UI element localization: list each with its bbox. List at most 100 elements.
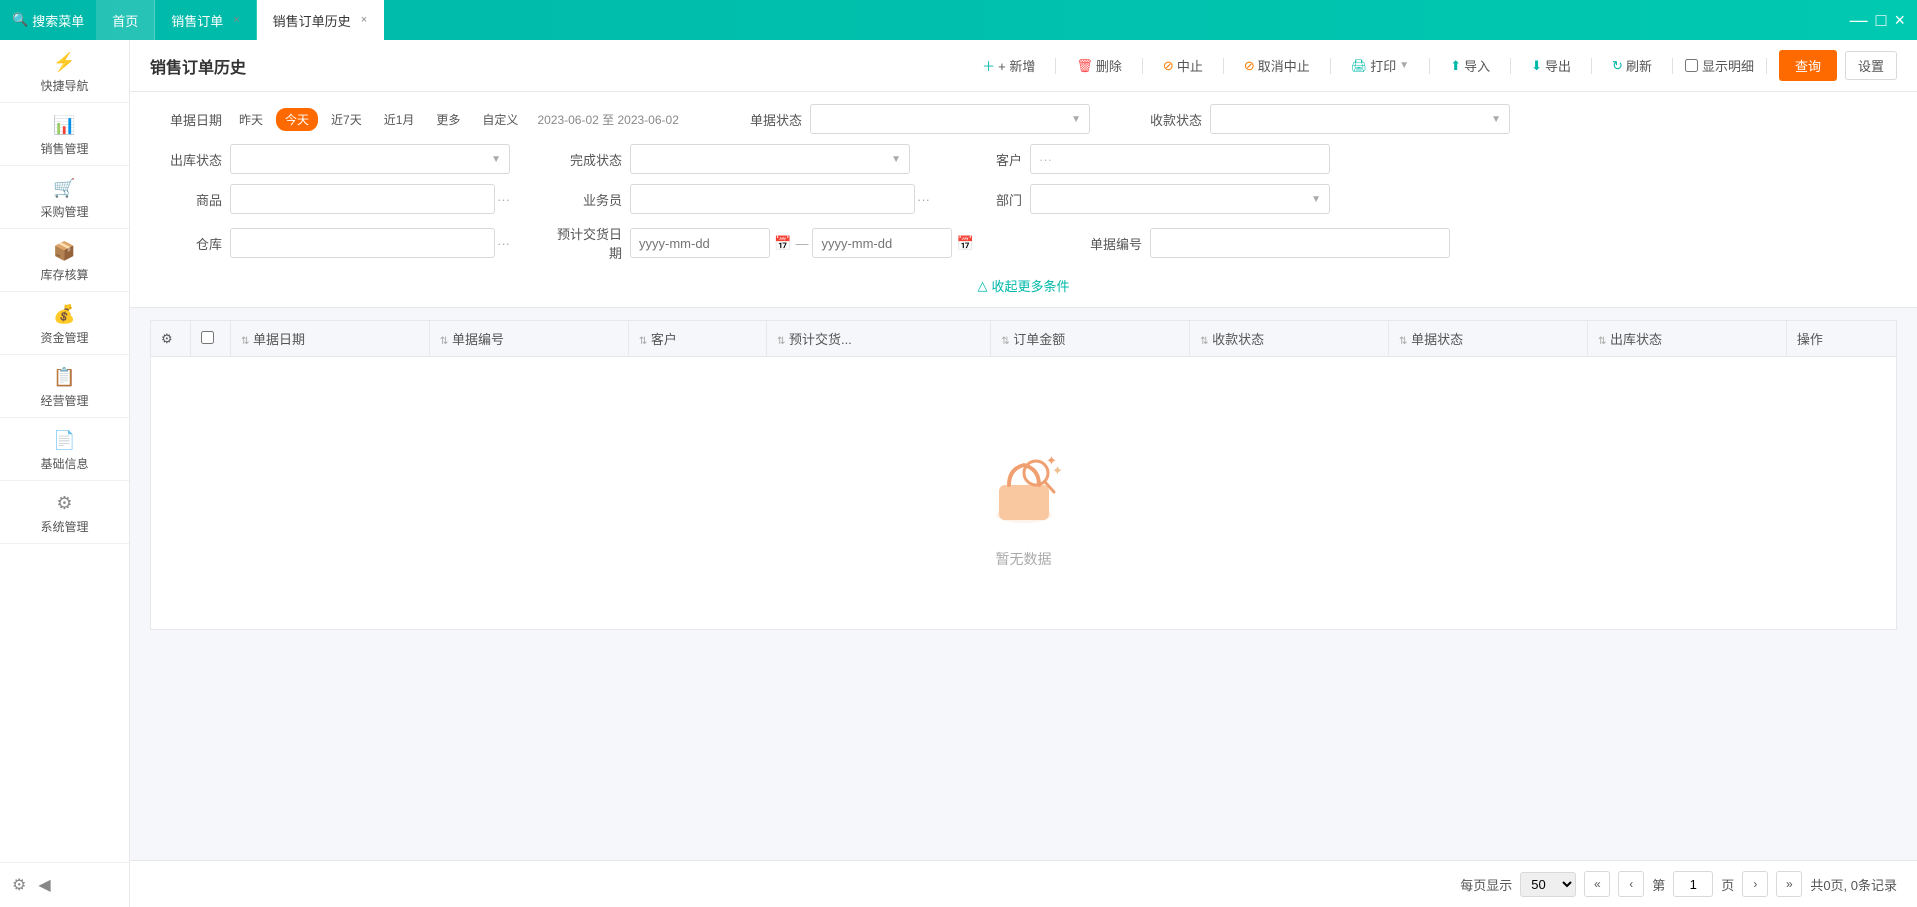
sidebar-item-purchase-mgmt[interactable]: 🛒 采购管理 [0,166,129,229]
stop-label: 中止 [1177,56,1203,75]
date-tag-custom[interactable]: 自定义 [473,108,527,131]
collapse-label: 收起更多条件 [991,276,1069,295]
sidebar-item-sales-mgmt[interactable]: 📊 销售管理 [0,103,129,166]
window-minimize-icon[interactable]: — [1850,10,1868,31]
product-dotdot[interactable]: ··· [497,192,510,207]
toolbar-divider-5 [1429,58,1430,74]
th-settings[interactable]: ⚙ [151,321,191,357]
th-order-status[interactable]: ⇅ 单据状态 [1389,321,1588,357]
collapse-btn[interactable]: △ 收起更多条件 [150,272,1897,295]
tab-sales-order-history-close[interactable]: × [361,14,367,26]
main-layout: ⚡ 快捷导航 📊 销售管理 🛒 采购管理 📦 库存核算 💰 资金管理 📋 经营管… [0,40,1917,907]
warehouse-dotdot[interactable]: ··· [497,236,510,251]
refresh-icon: ↻ [1612,58,1623,74]
page-word: 第 [1652,875,1665,894]
salesperson-dotdot[interactable]: ··· [917,192,930,207]
data-table: ⚙ ⇅ 单据日期 ⇅ 单据编号 ⇅ 客户 [150,320,1897,630]
per-page-select[interactable]: 50 10 20 100 [1520,872,1576,897]
date-tag-more[interactable]: 更多 [427,108,469,131]
select-all-checkbox[interactable] [201,331,214,344]
sidebar-item-system-mgmt[interactable]: ⚙ 系统管理 [0,481,129,544]
refresh-button[interactable]: ↻ 刷新 [1604,52,1660,79]
window-close-icon[interactable]: × [1894,10,1905,31]
complete-status-arrow-icon: ▼ [891,154,901,165]
delivery-date-end-input[interactable] [812,228,952,258]
filter-row-4: 仓库 ··· 预计交货日期 📅 — 📅 [150,224,1897,262]
first-page-button[interactable]: « [1584,871,1610,897]
page-number-input[interactable] [1673,871,1713,897]
filter-row-2: 出库状态 ▼ 完成状态 ▼ 客户 ··· [150,144,1897,174]
sidebar-item-quick-nav[interactable]: ⚡ 快捷导航 [0,40,129,103]
th-amount[interactable]: ⇅ 订单金额 [991,321,1190,357]
customer-input[interactable]: ··· [1030,144,1330,174]
window-maximize-icon[interactable]: □ [1876,10,1887,31]
empty-state: ✦ ✦ 暂无数据 [151,357,1896,629]
print-button[interactable]: 🖨 打印 ▼ [1343,52,1417,79]
th-order-no[interactable]: ⇅ 单据编号 [429,321,628,357]
th-delivery-date[interactable]: ⇅ 预计交货... [766,321,990,357]
delivery-date-start-cal-icon[interactable]: 📅 [774,235,791,252]
cancel-stop-icon: ⊘ [1244,58,1255,74]
sidebar-item-basic-info[interactable]: 📄 基础信息 [0,418,129,481]
top-bar-right: — □ × [1850,0,1917,40]
th-payment-status[interactable]: ⇅ 收款状态 [1190,321,1389,357]
show-detail-checkbox[interactable] [1685,59,1698,72]
date-tag-today[interactable]: 今天 [276,108,318,131]
export-label: 导出 [1545,56,1571,75]
salesperson-input[interactable] [630,184,915,214]
search-menu-top[interactable]: 🔍 搜索菜单 [0,0,96,40]
last-page-button[interactable]: » [1776,871,1802,897]
delivery-status-select[interactable]: ▼ [230,144,510,174]
th-customer[interactable]: ⇅ 客户 [628,321,766,357]
order-status-select[interactable]: ▼ [810,104,1090,134]
th-delivery-status[interactable]: ⇅ 出库状态 [1587,321,1786,357]
cancel-stop-button[interactable]: ⊘ 取消中止 [1236,52,1318,79]
sidebar-item-finance-label: 资金管理 [40,329,88,346]
pagination: 每页显示 50 10 20 100 « ‹ 第 页 › » 共0页, 0条记录 [130,860,1917,907]
finance-icon: 💰 [53,304,75,325]
sidebar-bottom: ⚙ ◀ [0,862,129,907]
export-button[interactable]: ⬇ 导出 [1523,52,1579,79]
show-detail-checkbox-label[interactable]: 显示明细 [1685,56,1754,75]
warehouse-input[interactable] [230,228,495,258]
import-icon: ⬆ [1450,58,1461,74]
query-button[interactable]: 查询 [1779,50,1837,81]
per-page-label: 每页显示 [1460,875,1512,894]
setting-button[interactable]: 设置 [1845,51,1897,80]
total-info: 共0页, 0条记录 [1810,875,1897,894]
date-tag-yesterday[interactable]: 昨天 [230,108,272,131]
page-unit: 页 [1721,875,1734,894]
tab-sales-order[interactable]: 销售订单 × [155,0,256,40]
show-detail-label: 显示明细 [1702,56,1754,75]
sidebar-item-operations[interactable]: 📋 经营管理 [0,355,129,418]
import-button[interactable]: ⬆ 导入 [1442,52,1498,79]
order-no-input[interactable] [1150,228,1450,258]
prev-page-button[interactable]: ‹ [1618,871,1644,897]
date-tag-1month[interactable]: 近1月 [375,108,424,131]
filter-area: 单据日期 昨天 今天 近7天 近1月 更多 自定义 2023-06-02 至 2… [130,92,1917,308]
filter-row-3: 商品 ··· 业务员 ··· 部门 ▼ [150,184,1897,214]
complete-status-select[interactable]: ▼ [630,144,910,174]
date-tag-group: 昨天 今天 近7天 近1月 更多 自定义 [230,108,527,131]
new-button[interactable]: ＋ + 新增 [974,52,1043,79]
stop-button[interactable]: ⊘ 中止 [1155,52,1211,79]
tab-sales-order-close[interactable]: × [233,14,239,26]
delivery-date-start-input[interactable] [630,228,770,258]
tab-sales-order-history[interactable]: 销售订单历史 × [257,0,384,40]
date-tag-7days[interactable]: 近7天 [322,108,371,131]
toolbar-divider-3 [1223,58,1224,74]
sidebar-settings-icon[interactable]: ⚙ [12,875,26,895]
tab-home[interactable]: 首页 [96,0,155,40]
sidebar-item-inventory[interactable]: 📦 库存核算 [0,229,129,292]
delivery-status-arrow-icon: ▼ [491,154,501,165]
th-checkbox[interactable] [191,321,231,357]
sidebar-collapse-icon[interactable]: ◀ [38,875,50,895]
payment-status-select[interactable]: ▼ [1210,104,1510,134]
delivery-date-end-cal-icon[interactable]: 📅 [956,235,973,252]
next-page-button[interactable]: › [1742,871,1768,897]
product-input[interactable] [230,184,495,214]
th-date[interactable]: ⇅ 单据日期 [231,321,430,357]
department-select[interactable]: ▼ [1030,184,1330,214]
sidebar-item-finance[interactable]: 💰 资金管理 [0,292,129,355]
delete-button[interactable]: 🗑 删除 [1068,52,1130,79]
